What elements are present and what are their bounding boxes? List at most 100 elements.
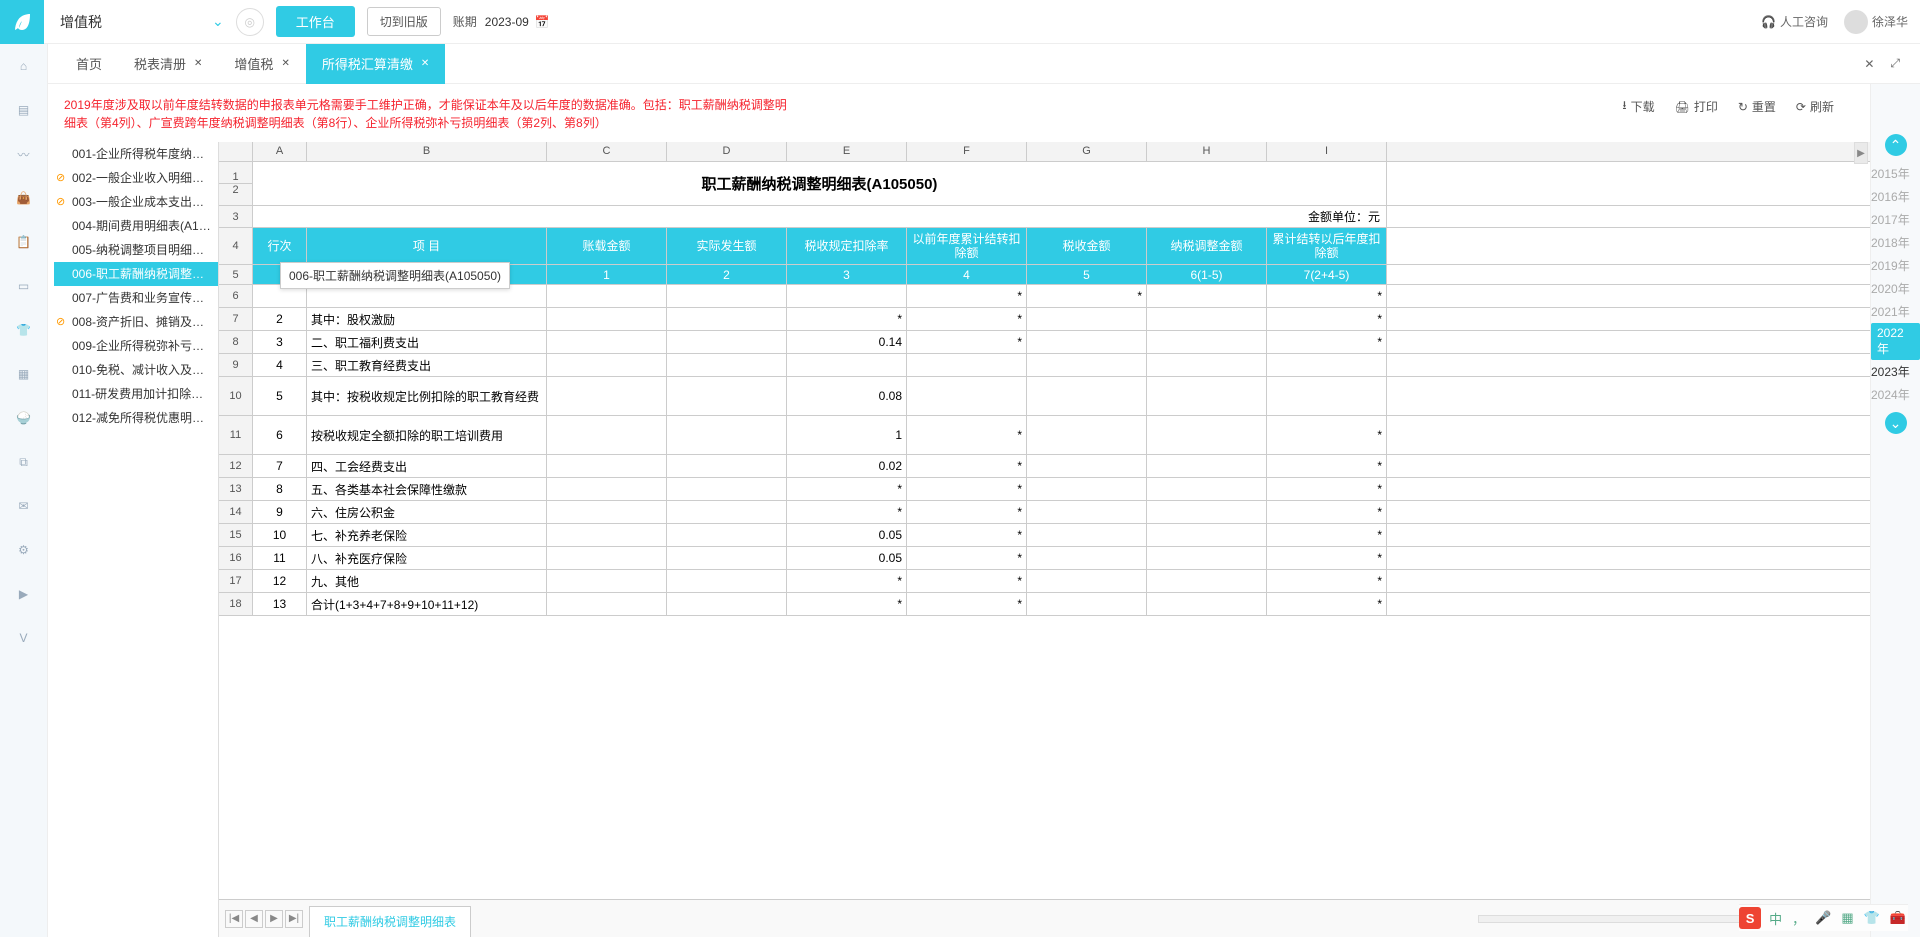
- cell[interactable]: *: [787, 478, 907, 500]
- cell[interactable]: [1147, 377, 1267, 415]
- cell-seq[interactable]: 11: [253, 547, 307, 569]
- cell[interactable]: [1147, 308, 1267, 330]
- cell[interactable]: [1027, 570, 1147, 592]
- tab-首页[interactable]: 首页: [60, 44, 118, 84]
- cell[interactable]: [667, 377, 787, 415]
- cell[interactable]: [547, 285, 667, 307]
- cell-seq[interactable]: 10: [253, 524, 307, 546]
- cell[interactable]: *: [1267, 308, 1387, 330]
- year-option[interactable]: 2019年: [1871, 254, 1920, 277]
- cell[interactable]: *: [907, 455, 1027, 477]
- form-list-item[interactable]: 001-企业所得税年度纳税申...: [54, 142, 218, 166]
- cell[interactable]: [1027, 354, 1147, 376]
- cell[interactable]: [1027, 478, 1147, 500]
- cell[interactable]: [667, 455, 787, 477]
- tab-税表清册[interactable]: 税表清册✕: [118, 44, 218, 84]
- app-logo[interactable]: [0, 0, 44, 44]
- cell-item[interactable]: 其中：股权激励: [307, 308, 547, 330]
- cell[interactable]: [667, 478, 787, 500]
- cell[interactable]: *: [1267, 547, 1387, 569]
- cell[interactable]: [547, 331, 667, 353]
- company-selector[interactable]: 增值税 ⌄: [60, 12, 224, 32]
- form-list-item[interactable]: 010-免税、减计收入及加计...: [54, 358, 218, 382]
- row-number[interactable]: 7: [219, 308, 253, 330]
- col-header-D[interactable]: D: [667, 142, 787, 161]
- ime-punct[interactable]: ，: [1790, 909, 1807, 928]
- cell[interactable]: [667, 524, 787, 546]
- cell[interactable]: *: [907, 501, 1027, 523]
- cell[interactable]: [1027, 455, 1147, 477]
- cell[interactable]: [547, 455, 667, 477]
- cell-seq[interactable]: 12: [253, 570, 307, 592]
- nav-bag-icon[interactable]: 👜: [14, 188, 34, 208]
- cell[interactable]: *: [907, 285, 1027, 307]
- tab-所得税汇算清缴[interactable]: 所得税汇算清缴✕: [306, 44, 445, 84]
- download-button[interactable]: ⭳ 下载: [1622, 96, 1654, 117]
- cell-item[interactable]: 六、住房公积金: [307, 501, 547, 523]
- cell[interactable]: *: [1267, 501, 1387, 523]
- user-menu[interactable]: 徐泽华: [1844, 10, 1908, 34]
- cell[interactable]: *: [907, 547, 1027, 569]
- sheet-tab[interactable]: 职工薪酬纳税调整明细表: [309, 906, 471, 937]
- close-icon[interactable]: ✕: [281, 58, 289, 69]
- cell[interactable]: [667, 331, 787, 353]
- cell[interactable]: [1147, 354, 1267, 376]
- switch-old-button[interactable]: 切到旧版: [367, 7, 441, 36]
- cell[interactable]: [907, 354, 1027, 376]
- cell[interactable]: [667, 354, 787, 376]
- form-list-item[interactable]: 005-纳税调整项目明细表(A1...: [54, 238, 218, 262]
- cell[interactable]: [1027, 377, 1147, 415]
- form-list-item[interactable]: 008-资产折旧、摊销及纳税...: [54, 310, 218, 334]
- year-option[interactable]: 2016年: [1871, 185, 1920, 208]
- cell-item[interactable]: 二、职工福利费支出: [307, 331, 547, 353]
- form-list-item[interactable]: 002-一般企业收入明细表(A...: [54, 166, 218, 190]
- nav-card-icon[interactable]: ▭: [14, 276, 34, 296]
- close-icon[interactable]: ✕: [421, 58, 429, 69]
- year-option[interactable]: 2023年: [1871, 360, 1920, 383]
- year-option[interactable]: 2015年: [1871, 162, 1920, 185]
- nav-play-icon[interactable]: ▶: [14, 584, 34, 604]
- cell[interactable]: [547, 416, 667, 454]
- cell[interactable]: [667, 416, 787, 454]
- row-number[interactable]: 5: [219, 265, 253, 284]
- nav-v-icon[interactable]: V: [14, 628, 34, 648]
- col-header-G[interactable]: G: [1027, 142, 1147, 161]
- cell-item[interactable]: 九、其他: [307, 570, 547, 592]
- row-number[interactable]: 6: [219, 285, 253, 307]
- expand-sheet-handle[interactable]: ▶: [1854, 142, 1868, 164]
- cell[interactable]: [1147, 455, 1267, 477]
- cell[interactable]: *: [1267, 285, 1387, 307]
- cell[interactable]: *: [1267, 331, 1387, 353]
- calendar-icon[interactable]: 📅: [535, 15, 550, 29]
- expand-tabs-icon[interactable]: ⤢: [1890, 56, 1900, 71]
- cell[interactable]: [1267, 354, 1387, 376]
- year-down-icon[interactable]: ⌄: [1885, 412, 1907, 434]
- cell[interactable]: [1027, 331, 1147, 353]
- row-number[interactable]: 15: [219, 524, 253, 546]
- cell[interactable]: [1027, 593, 1147, 615]
- cell[interactable]: *: [1267, 524, 1387, 546]
- ime-skin-icon[interactable]: 👕: [1862, 910, 1882, 926]
- cell-seq[interactable]: 7: [253, 455, 307, 477]
- row-number[interactable]: 17: [219, 570, 253, 592]
- cell[interactable]: [1147, 524, 1267, 546]
- year-option[interactable]: 2018年: [1871, 231, 1920, 254]
- row-number[interactable]: 16: [219, 547, 253, 569]
- cell[interactable]: *: [907, 570, 1027, 592]
- row-number[interactable]: 12: [219, 162, 253, 205]
- cell[interactable]: 0.02: [787, 455, 907, 477]
- cell[interactable]: [547, 478, 667, 500]
- row-number[interactable]: 11: [219, 416, 253, 454]
- row-number[interactable]: 14: [219, 501, 253, 523]
- cell[interactable]: [547, 501, 667, 523]
- cell-item[interactable]: 其中：按税收规定比例扣除的职工教育经费: [307, 377, 547, 415]
- cell[interactable]: 0.14: [787, 331, 907, 353]
- nav-gear-icon[interactable]: ⚙: [14, 540, 34, 560]
- cell[interactable]: *: [1267, 455, 1387, 477]
- cell[interactable]: [547, 377, 667, 415]
- cell[interactable]: [547, 547, 667, 569]
- scroll-next[interactable]: ▶: [265, 910, 283, 928]
- cell-item[interactable]: 五、各类基本社会保障性缴款: [307, 478, 547, 500]
- form-list-item[interactable]: 004-期间费用明细表(A1040...: [54, 214, 218, 238]
- cell-seq[interactable]: 8: [253, 478, 307, 500]
